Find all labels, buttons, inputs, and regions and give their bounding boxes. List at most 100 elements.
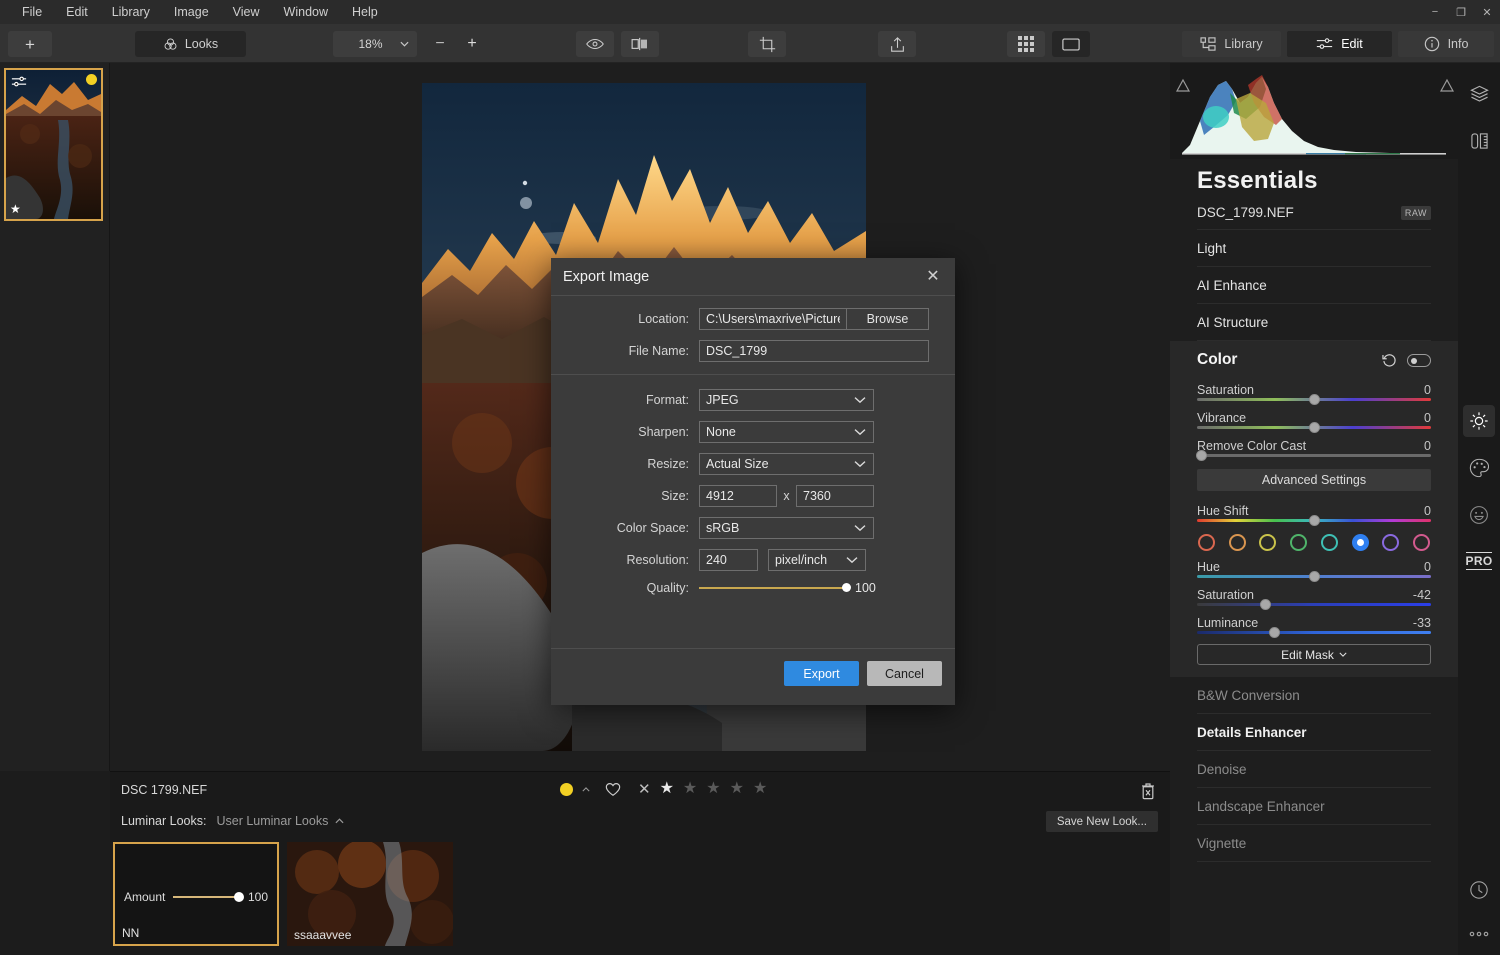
slider-remove-color-cast-track[interactable]	[1196, 450, 1431, 461]
history-button[interactable]	[1463, 874, 1495, 906]
layers-button[interactable]	[1463, 77, 1495, 109]
slider-remove-color-cast-knob[interactable]	[1196, 450, 1207, 461]
quality-slider[interactable]: 100	[699, 581, 876, 595]
group-ai-structure[interactable]: AI Structure	[1197, 304, 1431, 341]
menu-view[interactable]: View	[221, 0, 272, 24]
color-label-yellow[interactable]	[560, 782, 573, 796]
size-height-input[interactable]: 7360	[796, 485, 874, 507]
single-view-button[interactable]	[1052, 31, 1090, 57]
color-panel-toggle[interactable]	[1407, 353, 1431, 367]
close-icon[interactable]: ✕	[1474, 0, 1500, 24]
zoom-in-button[interactable]: +	[458, 31, 486, 57]
slider-saturation-track[interactable]	[1197, 394, 1431, 405]
delete-button[interactable]	[1140, 782, 1156, 800]
slider-vibrance[interactable]: Vibrance 0	[1197, 406, 1431, 433]
sharpen-select[interactable]: None	[699, 421, 874, 443]
slider-channel-luminance[interactable]: Luminance -33	[1197, 611, 1431, 638]
swatch-blue[interactable]	[1351, 534, 1369, 551]
format-select[interactable]: JPEG	[699, 389, 874, 411]
tab-library[interactable]: Library	[1182, 31, 1281, 57]
essentials-tool-button[interactable]	[1463, 405, 1495, 437]
group-denoise[interactable]: Denoise	[1197, 751, 1431, 788]
group-landscape-enhancer[interactable]: Landscape Enhancer	[1197, 788, 1431, 825]
maximize-icon[interactable]: ❐	[1448, 0, 1474, 24]
slider-saturation-knob[interactable]	[1309, 394, 1320, 405]
minimize-icon[interactable]: −	[1422, 0, 1448, 24]
tab-edit[interactable]: Edit	[1287, 31, 1392, 57]
group-details-enhancer[interactable]: Details Enhancer	[1197, 714, 1431, 751]
looks-button[interactable]: Looks	[135, 31, 246, 57]
look-card-ssaaavvee[interactable]: ssaaavvee	[287, 842, 453, 946]
look-amount-track[interactable]	[173, 892, 244, 902]
swatch-aqua[interactable]	[1320, 534, 1338, 551]
group-vignette[interactable]: Vignette	[1197, 825, 1431, 862]
location-input[interactable]	[700, 309, 846, 329]
menu-file[interactable]: File	[10, 0, 54, 24]
look-amount-knob[interactable]	[233, 892, 244, 902]
export-button[interactable]: Export	[784, 661, 859, 686]
slider-channel-luminance-knob[interactable]	[1269, 627, 1281, 638]
swatch-magenta[interactable]	[1412, 534, 1430, 551]
zoom-select[interactable]: 18%	[333, 31, 417, 57]
menu-help[interactable]: Help	[340, 0, 390, 24]
slider-hue-shift-knob[interactable]	[1309, 515, 1320, 526]
compare-tool-button[interactable]	[1463, 125, 1495, 157]
star-1[interactable]: ★	[660, 781, 674, 797]
filmstrip-thumbnail[interactable]: ★	[4, 68, 103, 221]
looks-collection-select[interactable]: User Luminar Looks	[216, 814, 344, 828]
compare-view-button[interactable]	[621, 31, 659, 57]
cancel-button[interactable]: Cancel	[867, 661, 942, 686]
slider-hue-track[interactable]	[1197, 571, 1431, 582]
portrait-tool-button[interactable]	[1463, 499, 1495, 531]
slider-hue-knob[interactable]	[1309, 571, 1320, 582]
grid-view-button[interactable]	[1007, 31, 1045, 57]
slider-vibrance-knob[interactable]	[1309, 422, 1320, 433]
reset-icon[interactable]	[1382, 353, 1397, 367]
resolution-unit-select[interactable]: pixel/inch	[768, 549, 866, 571]
reject-icon[interactable]: ✕	[638, 780, 651, 798]
favorite-heart-icon[interactable]	[605, 782, 621, 797]
slider-channel-luminance-track[interactable]	[1197, 627, 1431, 638]
look-card-selected[interactable]: Amount 100 NN	[113, 842, 279, 946]
colorspace-select[interactable]: sRGB	[699, 517, 874, 539]
resolution-input[interactable]: 240	[699, 549, 758, 571]
slider-vibrance-track[interactable]	[1197, 422, 1431, 433]
pro-tool-button[interactable]: PRO	[1462, 545, 1496, 577]
swatch-purple[interactable]	[1382, 534, 1400, 551]
browse-button[interactable]: Browse	[846, 309, 928, 329]
star-2[interactable]: ★	[683, 781, 697, 797]
swatch-yellow[interactable]	[1259, 534, 1277, 551]
tab-info[interactable]: Info	[1398, 31, 1494, 57]
look-amount-slider[interactable]: Amount 100	[124, 890, 268, 904]
dialog-close-icon[interactable]: ✕	[923, 268, 943, 285]
slider-saturation[interactable]: Saturation 0	[1197, 378, 1431, 405]
more-options-button[interactable]	[1463, 918, 1495, 950]
chevron-up-icon[interactable]	[582, 786, 590, 792]
group-ai-enhance[interactable]: AI Enhance	[1197, 267, 1431, 304]
swatch-orange[interactable]	[1228, 534, 1246, 551]
zoom-out-button[interactable]: −	[426, 31, 454, 57]
swatch-green[interactable]	[1290, 534, 1308, 551]
filename-input[interactable]	[700, 341, 928, 361]
swatch-red[interactable]	[1198, 534, 1215, 551]
color-label-badge[interactable]	[86, 74, 97, 85]
export-share-button[interactable]	[878, 31, 916, 57]
preview-toggle-button[interactable]	[576, 31, 614, 57]
star-4[interactable]: ★	[730, 781, 744, 797]
slider-channel-saturation-knob[interactable]	[1259, 599, 1271, 610]
crop-button[interactable]	[748, 31, 786, 57]
size-width-input[interactable]: 4912	[699, 485, 777, 507]
menu-edit[interactable]: Edit	[54, 0, 100, 24]
menu-image[interactable]: Image	[162, 0, 221, 24]
add-button[interactable]: +	[8, 31, 52, 57]
creative-tool-button[interactable]	[1463, 452, 1495, 484]
group-bw-conversion[interactable]: B&W Conversion	[1197, 677, 1431, 714]
advanced-settings-button[interactable]: Advanced Settings	[1197, 469, 1431, 491]
save-new-look-button[interactable]: Save New Look...	[1045, 811, 1158, 832]
slider-hue[interactable]: Hue 0	[1197, 555, 1431, 582]
menu-library[interactable]: Library	[100, 0, 162, 24]
slider-channel-saturation[interactable]: Saturation -42	[1197, 583, 1431, 610]
quality-track[interactable]	[699, 583, 851, 592]
edit-mask-button[interactable]: Edit Mask	[1197, 644, 1431, 665]
slider-hue-shift-track[interactable]	[1197, 515, 1431, 526]
